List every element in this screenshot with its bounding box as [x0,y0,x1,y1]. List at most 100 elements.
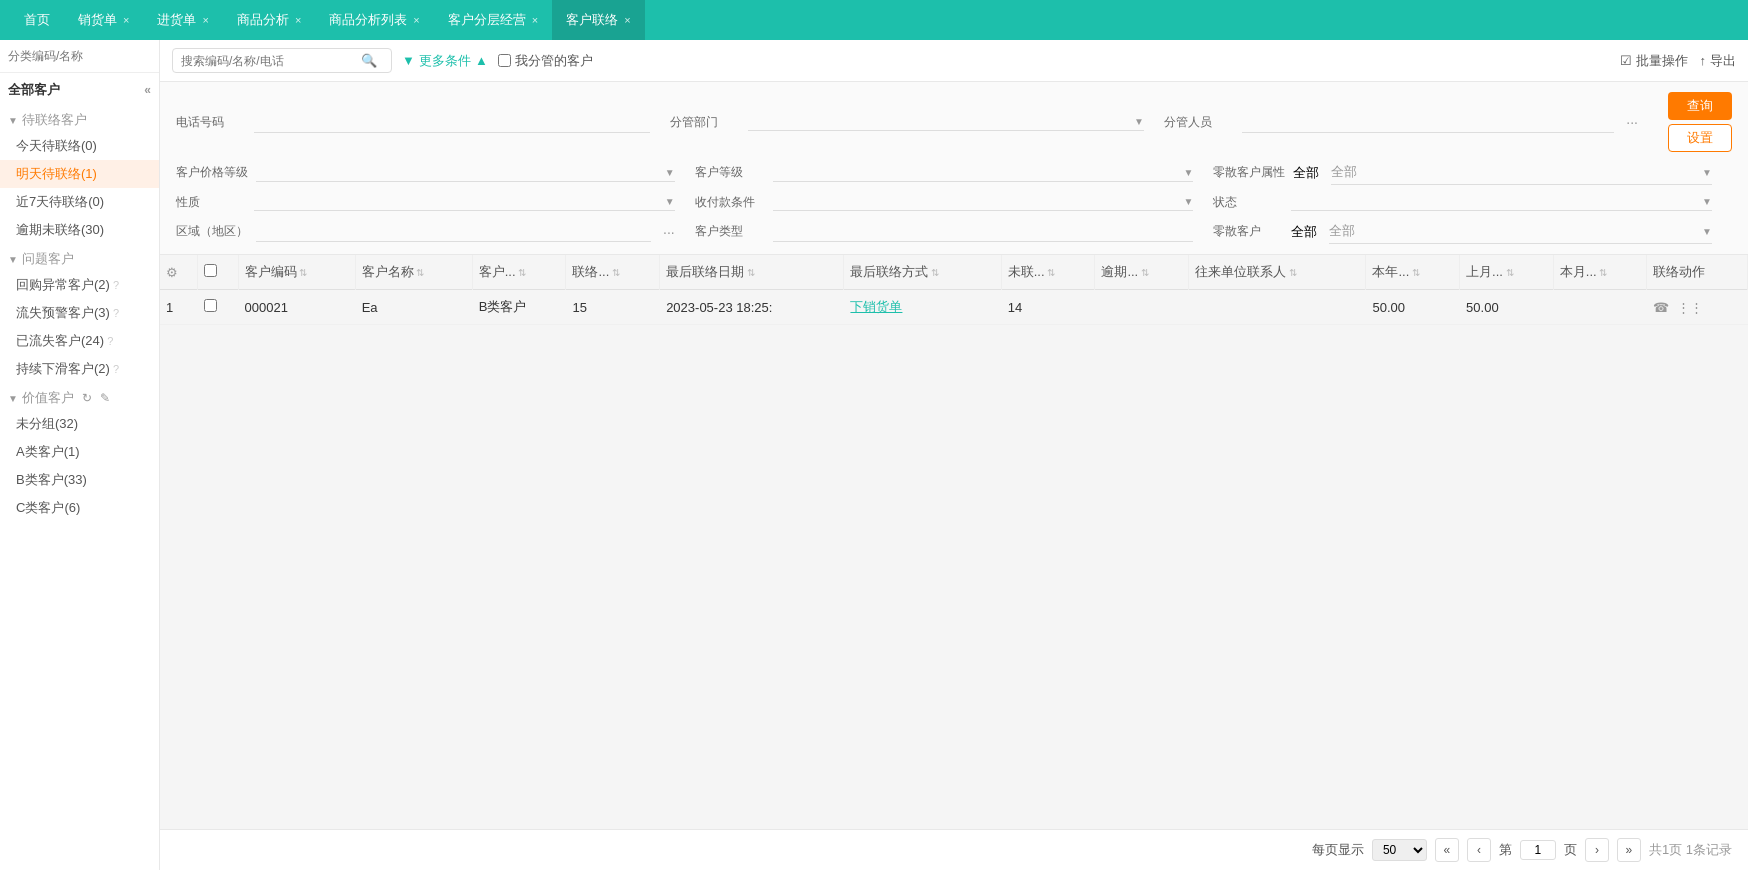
sidebar-item[interactable]: 近7天待联络(0) [0,188,159,216]
help-icon[interactable]: ? [113,279,119,291]
filter-input-分管人员[interactable] [1242,112,1614,133]
page-number-input[interactable] [1520,840,1556,860]
filter-input-区域（地区）[interactable] [256,221,651,242]
filter-cell-性质: 性质▼ [176,193,695,211]
filter-label: 客户类型 [695,223,765,240]
last-page-button[interactable]: » [1617,838,1641,862]
sidebar-item[interactable]: 明天待联络(1) [0,160,159,188]
nav-item-客户分层经营[interactable]: 客户分层经营× [434,0,552,40]
nav-item-客户联络[interactable]: 客户联络× [552,0,644,40]
td-idx: 1 [160,290,198,325]
help-icon[interactable]: ? [107,335,113,347]
sidebar-group-价值客户[interactable]: ▼价值客户↻✎ [0,383,159,410]
nav-item-首页[interactable]: 首页 [10,0,64,40]
sidebar-item[interactable]: C类客户(6) [0,494,159,522]
td-overdue [1095,290,1189,325]
batch-op-button[interactable]: ☑ 批量操作 [1620,52,1688,70]
filter-select-收付款条件[interactable]: ▼ [773,193,1194,211]
prev-page-button[interactable]: ‹ [1467,838,1491,862]
filter-select-客户价格等级[interactable]: ▼ [256,164,675,182]
group-arrow-icon: ▼ [8,393,18,404]
more-options-icon[interactable]: ··· [659,224,675,240]
more-options-icon[interactable]: ··· [1622,114,1638,130]
contact-action-icon[interactable]: ☎ [1653,300,1669,315]
page-size-select[interactable]: 5020100 [1372,839,1427,861]
all-customers-label: 全部客户 [8,81,60,99]
search-input[interactable] [181,54,361,68]
help-icon[interactable]: ? [113,307,119,319]
my-customers-checkbox-label[interactable]: 我分管的客户 [498,52,593,70]
th-type[interactable]: 客户... ⇅ [472,255,566,290]
all-customers-header[interactable]: 全部客户 « [0,73,159,105]
reset-button[interactable]: 设置 [1668,124,1732,152]
th-this_year[interactable]: 本年... ⇅ [1366,255,1460,290]
th-last_contact_date[interactable]: 最后联络日期 ⇅ [660,255,844,290]
table-scroll-wrapper[interactable]: ⚙ 客户编码 ⇅客户名称 ⇅客户... ⇅联络... ⇅最后联络日期 ⇅最后联络方… [160,255,1748,829]
next-page-button[interactable]: › [1585,838,1609,862]
th-code[interactable]: 客户编码 ⇅ [238,255,355,290]
edit-icon[interactable]: ✎ [100,391,110,405]
filter-input-客户类型[interactable] [773,221,1194,242]
sidebar-search-input[interactable] [8,49,158,63]
select-all-checkbox[interactable] [204,264,217,277]
sidebar-item[interactable]: 持续下滑客户(2)? [0,355,159,383]
td-this_year: 50.00 [1366,290,1460,325]
filter-cell-电话号码: 电话号码 [176,112,670,133]
sort-icon: ⇅ [1045,267,1056,278]
filter-select-状态[interactable]: ▼ [1291,193,1712,211]
my-customers-checkbox[interactable] [498,54,511,67]
nav-item-商品分析[interactable]: 商品分析× [223,0,315,40]
th-last_month[interactable]: 上月... ⇅ [1460,255,1554,290]
sidebar-item[interactable]: 已流失客户(24)? [0,327,159,355]
more-action-icon[interactable]: ⋮⋮ [1677,300,1703,315]
th-last_contact_method[interactable]: 最后联络方式 ⇅ [844,255,1001,290]
filter-select-客户等级[interactable]: ▼ [773,164,1194,182]
nav-item-进货单[interactable]: 进货单× [143,0,222,40]
filter-select-分管部门[interactable]: ▼ [748,113,1144,131]
filter-select-零散客户[interactable]: 全部▼ [1329,219,1712,244]
nav-item-销货单[interactable]: 销货单× [64,0,143,40]
pagination: 每页显示 5020100 « ‹ 第 页 › » 共1页 1条记录 [160,829,1748,870]
sort-icon: ⇅ [1409,267,1420,278]
first-page-button[interactable]: « [1435,838,1459,862]
close-icon[interactable]: × [624,14,630,26]
close-icon[interactable]: × [202,14,208,26]
sidebar-item[interactable]: A类客户(1) [0,438,159,466]
close-icon[interactable]: × [532,14,538,26]
close-icon[interactable]: × [413,14,419,26]
sidebar-item[interactable]: 今天待联络(0) [0,132,159,160]
th-contact_count[interactable]: 联络... ⇅ [566,255,660,290]
th-this_month[interactable]: 本月... ⇅ [1553,255,1647,290]
close-icon[interactable]: × [295,14,301,26]
filter-static-label: 全部 [1293,164,1319,182]
th-no_contact_days[interactable]: 未联... ⇅ [1001,255,1095,290]
th-overdue[interactable]: 逾期... ⇅ [1095,255,1189,290]
search-icon[interactable]: 🔍 [361,53,377,68]
sidebar-group-问题客户[interactable]: ▼问题客户 [0,244,159,271]
th-contact_person[interactable]: 往来单位联系人 ⇅ [1189,255,1366,290]
sidebar-item[interactable]: 逾期未联络(30) [0,216,159,244]
last-contact-method-link[interactable]: 下销货单 [850,299,902,314]
filter-label: 分管部门 [670,114,740,131]
td-type: B类客户 [472,290,566,325]
sidebar-group-待联络客户[interactable]: ▼待联络客户 [0,105,159,132]
sidebar-item[interactable]: B类客户(33) [0,466,159,494]
refresh-icon[interactable]: ↻ [82,391,92,405]
nav-item-商品分析列表[interactable]: 商品分析列表× [315,0,433,40]
gear-icon[interactable]: ⚙ [166,265,178,280]
sidebar-item[interactable]: 流失预警客户(3)? [0,299,159,327]
th-name[interactable]: 客户名称 ⇅ [355,255,472,290]
query-button[interactable]: 查询 [1668,92,1732,120]
filter-input-电话号码[interactable] [254,112,650,133]
top-nav: 首页销货单×进货单×商品分析×商品分析列表×客户分层经营×客户联络× [0,0,1748,40]
close-icon[interactable]: × [123,14,129,26]
row-checkbox[interactable] [204,299,217,312]
more-filters-button[interactable]: ▼ 更多条件 ▲ [402,52,488,70]
export-button[interactable]: ↑ 导出 [1700,52,1737,70]
filter-select-性质[interactable]: ▼ [254,193,675,211]
sidebar-item[interactable]: 回购异常客户(2)? [0,271,159,299]
sidebar-item[interactable]: 未分组(32) [0,410,159,438]
sidebar: 🔍 全部客户 « ▼待联络客户今天待联络(0)明天待联络(1)近7天待联络(0)… [0,40,160,870]
help-icon[interactable]: ? [113,363,119,375]
filter-select-零散客户属性[interactable]: 全部▼ [1331,160,1712,185]
